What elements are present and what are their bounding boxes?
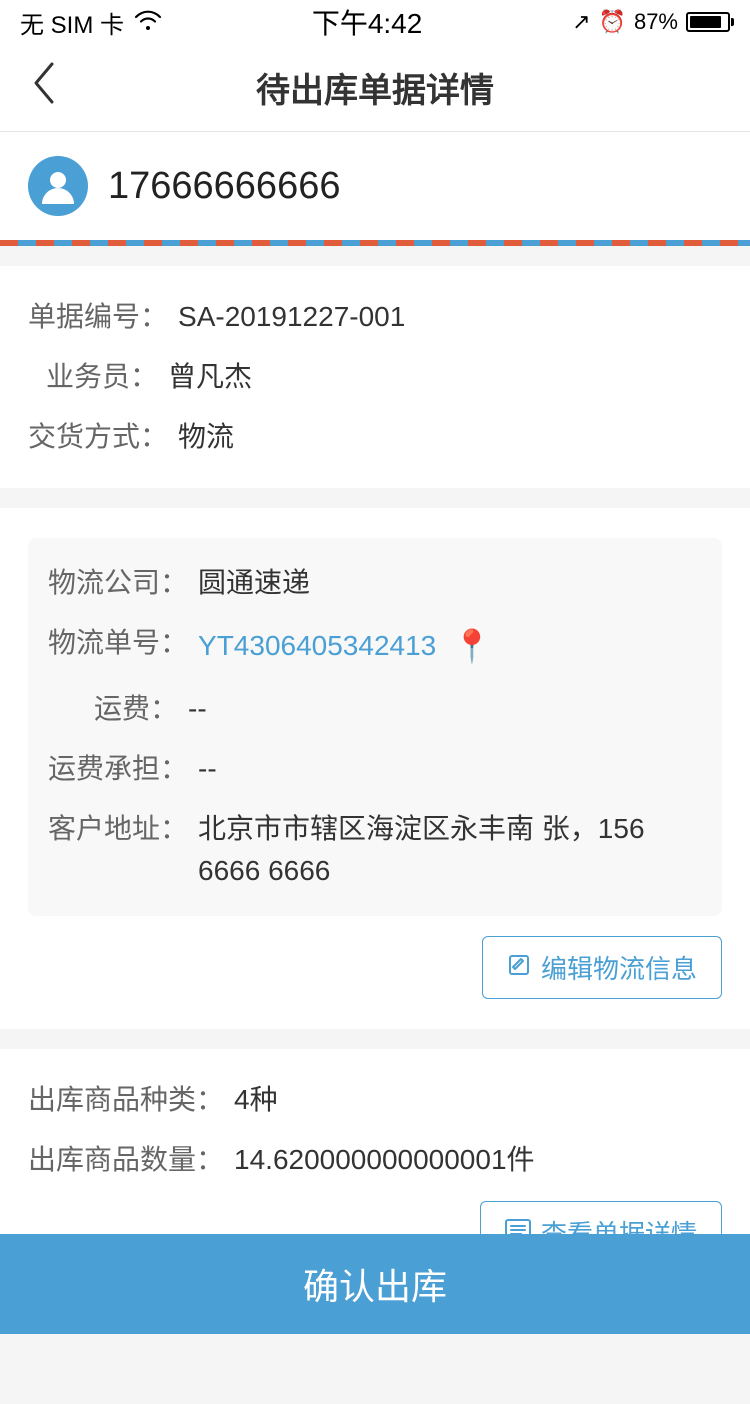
order-no-label: 单据编号： (28, 296, 178, 338)
tracking-label: 物流单号： (48, 622, 198, 664)
status-right: ↗ ⏰ 87% (572, 9, 730, 35)
delivery-label: 交货方式： (28, 416, 178, 458)
order-info-section: 单据编号： SA-20191227-001 业务员： 曾凡杰 交货方式： 物流 (0, 266, 750, 488)
location-status-icon: ↗ (572, 9, 590, 35)
carrier-text: 无 SIM 卡 (20, 5, 124, 40)
confirm-button[interactable]: 确认出库 (303, 1258, 447, 1310)
time-text: 下午4:42 (312, 2, 423, 42)
edit-logistics-label: 编辑物流信息 (541, 949, 697, 986)
status-left: 无 SIM 卡 (20, 5, 162, 40)
tracking-row: 物流单号： YT4306405342413 📍 (48, 622, 702, 670)
goods-qty-row: 出库商品数量： 14.620000000000001件 (28, 1139, 722, 1181)
address-row: 客户地址： 北京市市辖区海淀区永丰南 张，156 6666 6666 (48, 808, 702, 892)
goods-type-label: 出库商品种类： (28, 1079, 234, 1121)
freight-bear-value: -- (198, 748, 702, 790)
tracking-value: YT4306405342413 📍 (198, 622, 702, 670)
address-value: 北京市市辖区海淀区永丰南 张，156 6666 6666 (198, 808, 702, 892)
address-label: 客户地址： (48, 808, 198, 850)
delivery-row: 交货方式： 物流 (28, 416, 722, 458)
salesperson-value: 曾凡杰 (168, 356, 722, 398)
edit-logistics-area: 编辑物流信息 (28, 936, 722, 999)
avatar (28, 156, 88, 216)
salesperson-row: 业务员： 曾凡杰 (28, 356, 722, 398)
logistics-card: 物流公司： 圆通速递 物流单号： YT4306405342413 📍 运费： -… (28, 538, 722, 916)
map-pin-icon[interactable]: 📍 (452, 622, 492, 670)
person-icon (38, 166, 78, 206)
goods-qty-label: 出库商品数量： (28, 1139, 234, 1181)
edit-icon (507, 952, 531, 984)
logistics-company-row: 物流公司： 圆通速递 (48, 562, 702, 604)
wifi-icon (134, 8, 162, 37)
goods-type-value: 4种 (234, 1079, 722, 1121)
freight-label: 运费： (48, 688, 188, 730)
delivery-value: 物流 (178, 416, 722, 458)
salesperson-label: 业务员： (28, 356, 168, 398)
freight-bear-label: 运费承担： (48, 748, 198, 790)
status-bar: 无 SIM 卡 下午4:42 ↗ ⏰ 87% (0, 0, 750, 44)
freight-value: -- (188, 688, 702, 730)
logistics-company-value: 圆通速递 (198, 562, 702, 604)
logistics-company-label: 物流公司： (48, 562, 198, 604)
alarm-icon: ⏰ (599, 9, 626, 35)
order-no-value: SA-20191227-001 (178, 296, 722, 338)
battery-percent: 87% (634, 9, 678, 35)
order-no-row: 单据编号： SA-20191227-001 (28, 296, 722, 338)
logistics-section: 物流公司： 圆通速递 物流单号： YT4306405342413 📍 运费： -… (0, 508, 750, 1029)
customer-header: 17666666666 (0, 132, 750, 240)
goods-qty-value: 14.620000000000001件 (234, 1139, 722, 1181)
nav-bar: 待出库单据详情 (0, 44, 750, 132)
confirm-bar[interactable]: 确认出库 (0, 1234, 750, 1334)
back-button[interactable] (28, 60, 58, 116)
edit-logistics-button[interactable]: 编辑物流信息 (482, 936, 722, 999)
dashed-separator (0, 240, 750, 246)
battery-icon (686, 12, 730, 32)
freight-bear-row: 运费承担： -- (48, 748, 702, 790)
page-title: 待出库单据详情 (256, 63, 494, 112)
freight-row: 运费： -- (48, 688, 702, 730)
goods-type-row: 出库商品种类： 4种 (28, 1079, 722, 1121)
customer-phone: 17666666666 (108, 165, 340, 208)
